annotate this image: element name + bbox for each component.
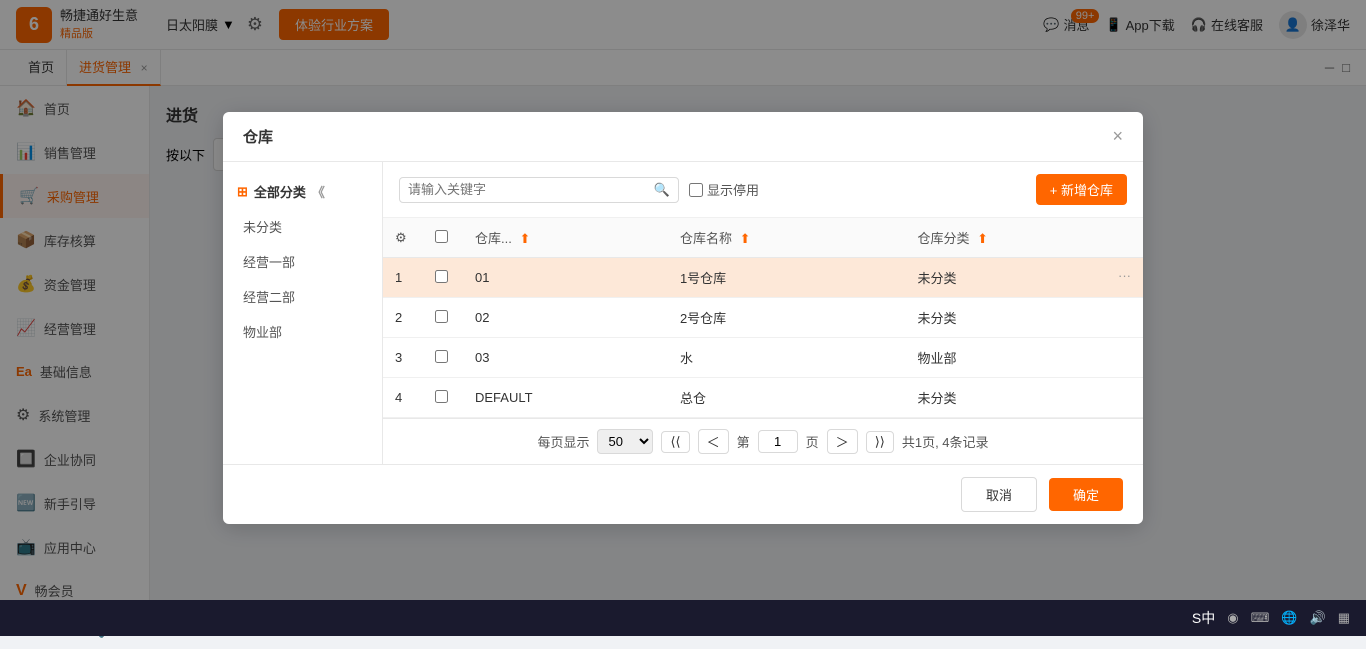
pagination: 每页显示 50 100 ⟨⟨ ＜ 第 页 ＞ ⟩⟩ 共1页, 4条记录 [383, 418, 1143, 464]
table-row[interactable]: 1 01 1号仓库 未分类 ··· [383, 258, 1143, 298]
search-box: 🔍 [399, 177, 679, 203]
row-code: 02 [463, 298, 668, 338]
show-disabled-text: 显示停用 [707, 180, 759, 199]
page-unit: 页 [806, 432, 819, 451]
warehouse-modal: 仓库 × ⊞ 全部分类 《 未分类 经营一部 经营二部 物业部 [223, 112, 1143, 524]
page-first-button[interactable]: ⟨⟨ [661, 431, 689, 453]
modal-close-icon[interactable]: × [1112, 126, 1123, 147]
page-last-button[interactable]: ⟩⟩ [866, 431, 894, 453]
row-code: 01 [463, 258, 668, 298]
row-name: 2号仓库 [668, 298, 906, 338]
row-category: 未分类 [905, 298, 1143, 338]
page-next-button[interactable]: ＞ [827, 429, 858, 454]
th-code: 仓库... ⬆ [463, 218, 668, 258]
warehouse-table: ⚙ 仓库... ⬆ 仓库名称 ⬆ 仓库分类 ⬆ 1 01 [383, 218, 1143, 418]
category-item-3[interactable]: 物业部 [223, 314, 382, 349]
sort-icon-name: ⬆ [740, 231, 751, 246]
cancel-button[interactable]: 取消 [961, 477, 1037, 512]
row-name: 总仓 [668, 378, 906, 418]
modal-toolbar: 🔍 显示停用 + 新增仓库 [383, 162, 1143, 218]
search-input[interactable] [408, 182, 648, 197]
table-row[interactable]: 3 03 水 物业部 [383, 338, 1143, 378]
statusbar-network-icon: 🌐 [1281, 610, 1297, 626]
collapse-icon[interactable]: 《 [312, 182, 325, 201]
row-name: 1号仓库 [668, 258, 906, 298]
modal-footer: 取消 确定 [223, 464, 1143, 524]
modal-header: 仓库 × [223, 112, 1143, 162]
row-index: 2 [383, 298, 423, 338]
show-disabled-label: 显示停用 [689, 180, 759, 199]
row-category: 未分类 ··· [905, 258, 1143, 298]
category-header-label: 全部分类 [254, 182, 306, 201]
modal-title: 仓库 [243, 126, 273, 147]
category-item-0[interactable]: 未分类 [223, 209, 382, 244]
modal-content: 🔍 显示停用 + 新增仓库 ⚙ [383, 162, 1143, 464]
statusbar-s-icon: S中 [1192, 608, 1215, 628]
row-checkbox [423, 338, 463, 378]
row-index: 3 [383, 338, 423, 378]
page-label: 第 [737, 432, 750, 451]
th-checkbox [423, 218, 463, 258]
row-checkbox [423, 298, 463, 338]
per-page-select[interactable]: 50 100 [597, 429, 653, 454]
total-info: 共1页, 4条记录 [902, 432, 989, 451]
row-select-checkbox[interactable] [435, 270, 448, 283]
statusbar-keyboard-icon: ⌨ [1251, 610, 1270, 626]
row-code: DEFAULT [463, 378, 668, 418]
row-select-checkbox[interactable] [435, 310, 448, 323]
modal-body: ⊞ 全部分类 《 未分类 经营一部 经营二部 物业部 🔍 [223, 162, 1143, 464]
category-item-2[interactable]: 经营二部 [223, 279, 382, 314]
page-input[interactable] [758, 430, 798, 453]
confirm-button[interactable]: 确定 [1049, 478, 1123, 511]
row-category: 未分类 [905, 378, 1143, 418]
th-gear-icon: ⚙ [395, 230, 407, 245]
statusbar: S中 ◉ ⌨ 🌐 🔊 ▦ [0, 600, 1366, 636]
select-all-checkbox[interactable] [435, 230, 448, 243]
table-row[interactable]: 2 02 2号仓库 未分类 [383, 298, 1143, 338]
table-row[interactable]: 4 DEFAULT 总仓 未分类 [383, 378, 1143, 418]
th-name: 仓库名称 ⬆ [668, 218, 906, 258]
statusbar-grid-icon: ▦ [1338, 610, 1350, 626]
row-select-checkbox[interactable] [435, 350, 448, 363]
row-category: 物业部 [905, 338, 1143, 378]
modal-sidebar: ⊞ 全部分类 《 未分类 经营一部 经营二部 物业部 [223, 162, 383, 464]
row-code: 03 [463, 338, 668, 378]
row-select-checkbox[interactable] [435, 390, 448, 403]
search-icon[interactable]: 🔍 [654, 182, 670, 198]
th-category: 仓库分类 ⬆ [905, 218, 1143, 258]
page-prev-button[interactable]: ＜ [698, 429, 729, 454]
category-item-1[interactable]: 经营一部 [223, 244, 382, 279]
modal-overlay: 仓库 × ⊞ 全部分类 《 未分类 经营一部 经营二部 物业部 [0, 0, 1366, 636]
sort-icon-code: ⬆ [519, 231, 530, 246]
per-page-label: 每页显示 [537, 432, 589, 451]
row-name: 水 [668, 338, 906, 378]
statusbar-record-icon: ◉ [1227, 610, 1238, 626]
add-warehouse-button[interactable]: + 新增仓库 [1036, 174, 1127, 205]
row-index: 4 [383, 378, 423, 418]
sort-icon-category: ⬆ [977, 231, 988, 246]
category-header: ⊞ 全部分类 《 [223, 174, 382, 209]
grid-icon: ⊞ [237, 184, 248, 200]
row-checkbox [423, 258, 463, 298]
row-index: 1 [383, 258, 423, 298]
th-gear: ⚙ [383, 218, 423, 258]
show-disabled-checkbox[interactable] [689, 183, 703, 197]
row-checkbox [423, 378, 463, 418]
statusbar-sound-icon: 🔊 [1310, 610, 1326, 626]
